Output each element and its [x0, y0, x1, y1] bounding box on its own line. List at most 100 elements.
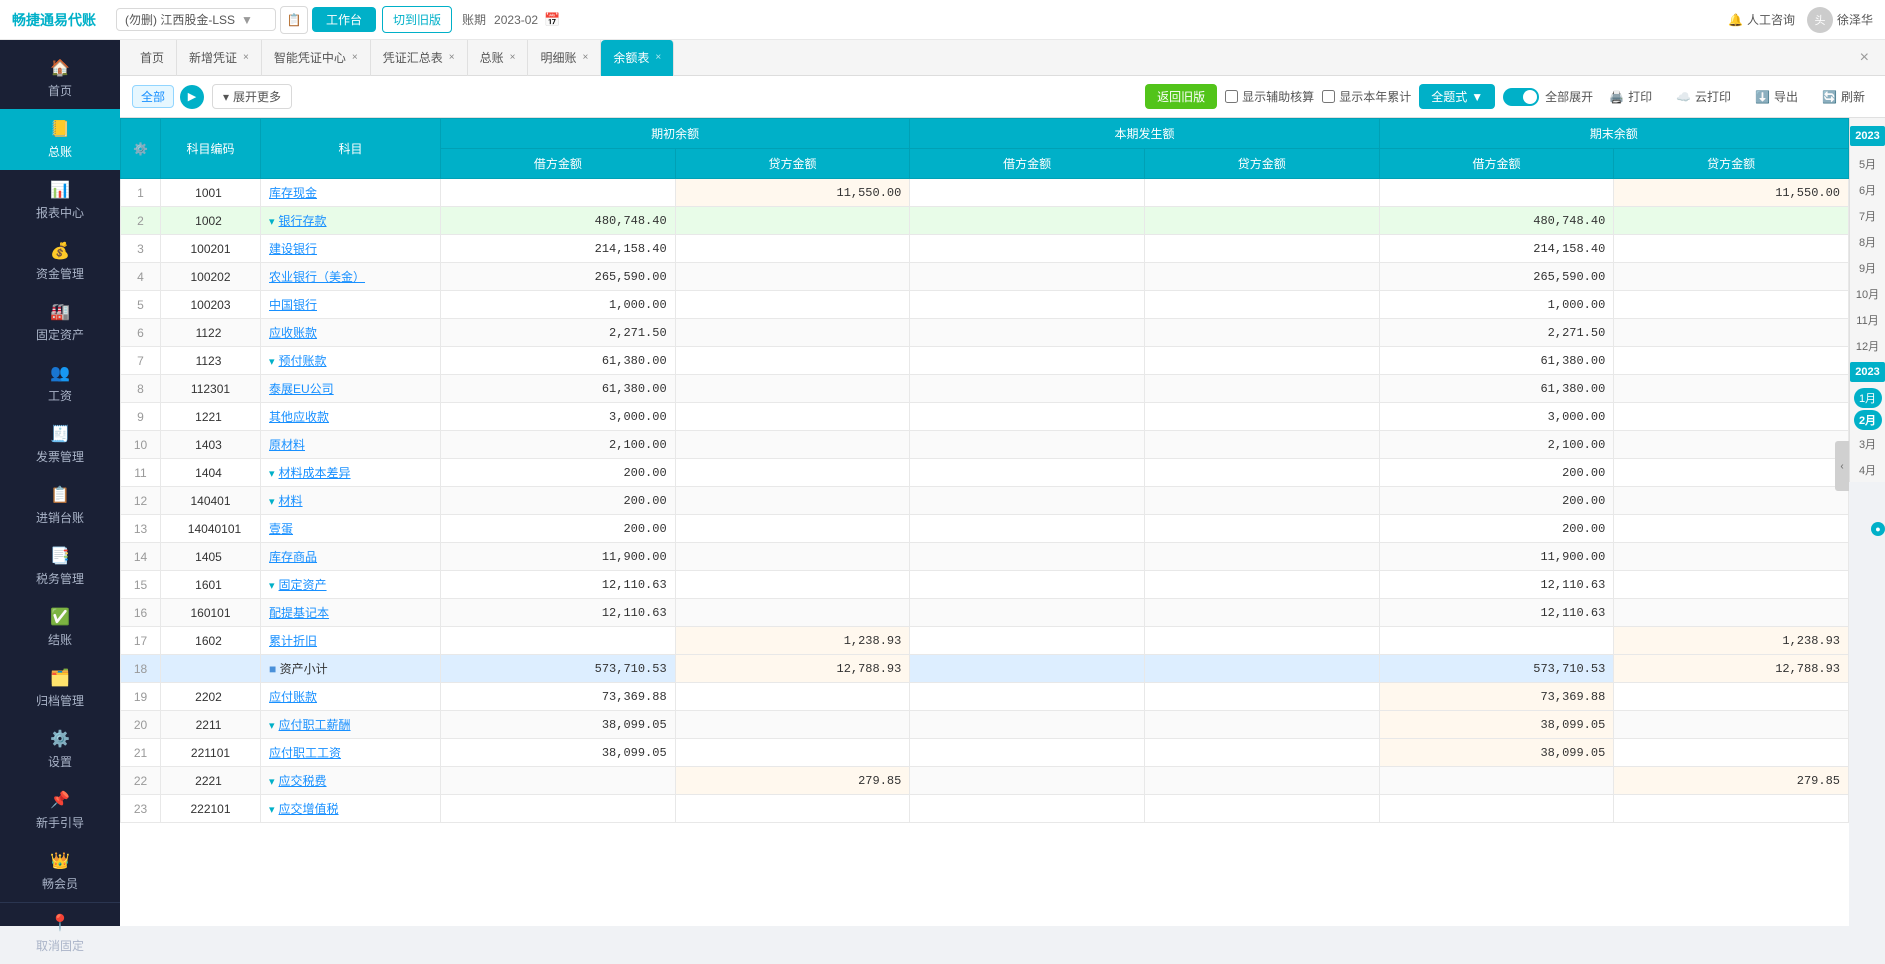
- show-assist-checkbox-label[interactable]: 显示辅助核算: [1225, 88, 1314, 105]
- show-assist-checkbox[interactable]: [1225, 90, 1238, 103]
- row-name[interactable]: 累计折旧: [261, 627, 441, 655]
- sidebar-item-ledger[interactable]: 📒 总账: [0, 109, 120, 170]
- tab-balance-sheet-close[interactable]: ×: [655, 52, 661, 63]
- sidebar-item-payroll[interactable]: 👥 工资: [0, 353, 120, 414]
- row-name[interactable]: ▾固定资产: [261, 571, 441, 599]
- expand-icon[interactable]: ▾: [269, 804, 275, 816]
- company-selector[interactable]: (勿删) 江西股金-LSS ▼: [116, 8, 276, 31]
- row-name[interactable]: 原材料: [261, 431, 441, 459]
- expand-icon[interactable]: ▾: [269, 720, 275, 732]
- expand-icon[interactable]: ▾: [269, 776, 275, 788]
- month-4[interactable]: 4月: [1850, 458, 1885, 482]
- consult-btn[interactable]: 🔔 人工咨询: [1728, 11, 1795, 28]
- row-name[interactable]: ▾银行存款: [261, 207, 441, 235]
- row-code: 140401: [161, 487, 261, 515]
- tab-smart-voucher[interactable]: 智能凭证中心 ×: [262, 40, 371, 76]
- panel-dot-indicator[interactable]: ●: [1871, 522, 1885, 536]
- cloud-print-btn[interactable]: ☁️ 云打印: [1668, 85, 1739, 108]
- tab-voucher-summary-close[interactable]: ×: [449, 52, 455, 63]
- workbench-button[interactable]: 工作台: [312, 7, 376, 32]
- print-btn[interactable]: 🖨️ 打印: [1601, 85, 1660, 108]
- show-year-cumulative-checkbox[interactable]: [1322, 90, 1335, 103]
- row-name[interactable]: ▾预付账款: [261, 347, 441, 375]
- row-name[interactable]: 应付账款: [261, 683, 441, 711]
- sidebar-item-unpin[interactable]: 📍 取消固定: [0, 902, 120, 964]
- year-label-2023-2[interactable]: 2023: [1850, 362, 1885, 382]
- sidebar-item-home[interactable]: 🏠 首页: [0, 48, 120, 109]
- row-name[interactable]: 库存商品: [261, 543, 441, 571]
- sidebar-item-member[interactable]: 👑 畅会员: [0, 841, 120, 902]
- row-name[interactable]: 泰展EU公司: [261, 375, 441, 403]
- sidebar-item-purchase[interactable]: 📋 进销台账: [0, 475, 120, 536]
- expand-icon[interactable]: ▾: [269, 468, 275, 480]
- expand-all-toggle[interactable]: 全部展开: [1503, 88, 1593, 106]
- month-12[interactable]: 12月: [1850, 334, 1885, 358]
- close-window-icon[interactable]: ×: [1852, 49, 1877, 67]
- sidebar-item-capital[interactable]: 💰 资金管理: [0, 231, 120, 292]
- full-mode-btn[interactable]: 全题式 ▼: [1419, 84, 1495, 109]
- month-11[interactable]: 11月: [1850, 308, 1885, 332]
- row-name[interactable]: 库存现金: [261, 179, 441, 207]
- month-7[interactable]: 7月: [1850, 204, 1885, 228]
- row-name[interactable]: ▾应交增值税: [261, 795, 441, 823]
- tab-smart-voucher-close[interactable]: ×: [352, 52, 358, 63]
- expand-icon[interactable]: ▾: [269, 580, 275, 592]
- expand-all-switch[interactable]: [1503, 88, 1539, 106]
- filter-arrow-btn[interactable]: ▶: [180, 85, 204, 109]
- return-old-version-btn[interactable]: 返回旧版: [1145, 84, 1217, 109]
- expand-icon[interactable]: ▾: [269, 356, 275, 368]
- filter-tag-all[interactable]: 全部: [132, 85, 174, 108]
- tab-detail-ledger[interactable]: 明细账 ×: [528, 40, 601, 76]
- sidebar-item-settle[interactable]: ✅ 结账: [0, 597, 120, 658]
- row-name[interactable]: 农业银行（美金）: [261, 263, 441, 291]
- panel-collapse-btn[interactable]: ‹: [1835, 441, 1849, 491]
- row-name[interactable]: 应付职工工资: [261, 739, 441, 767]
- tab-new-voucher-close[interactable]: ×: [243, 52, 249, 63]
- row-name[interactable]: 应收账款: [261, 319, 441, 347]
- row-name[interactable]: 其他应收款: [261, 403, 441, 431]
- row-name[interactable]: ▾应付职工薪酬: [261, 711, 441, 739]
- row-name[interactable]: ▾材料: [261, 487, 441, 515]
- month-9[interactable]: 9月: [1850, 256, 1885, 280]
- settings-col-header[interactable]: ⚙️: [121, 119, 161, 179]
- month-8[interactable]: 8月: [1850, 230, 1885, 254]
- sidebar-item-settings[interactable]: ⚙️ 设置: [0, 719, 120, 780]
- row-name[interactable]: ▾应交税费: [261, 767, 441, 795]
- tab-voucher-summary[interactable]: 凭证汇总表 ×: [371, 40, 468, 76]
- sidebar-item-archive[interactable]: 🗂️ 归档管理: [0, 658, 120, 719]
- user-area[interactable]: 头 徐泽华: [1807, 7, 1873, 33]
- row-name[interactable]: ▾材料成本差异: [261, 459, 441, 487]
- tab-new-voucher[interactable]: 新增凭证 ×: [177, 40, 262, 76]
- row-name[interactable]: 建设银行: [261, 235, 441, 263]
- tab-general-ledger[interactable]: 总账 ×: [468, 40, 529, 76]
- month-10[interactable]: 10月: [1850, 282, 1885, 306]
- sidebar-item-invoice[interactable]: 🧾 发票管理: [0, 414, 120, 475]
- row-name[interactable]: 中国银行: [261, 291, 441, 319]
- expand-more-btn[interactable]: ▾ 展开更多: [212, 84, 292, 109]
- sidebar-item-tax[interactable]: 📑 税务管理: [0, 536, 120, 597]
- expand-icon[interactable]: ▾: [269, 496, 275, 508]
- sidebar-item-fixed[interactable]: 🏭 固定资产: [0, 292, 120, 353]
- refresh-btn[interactable]: 🔄 刷新: [1814, 85, 1873, 108]
- year-label-2023[interactable]: 2023: [1850, 126, 1885, 146]
- closing-debit-value: 38,099.05: [1379, 711, 1614, 739]
- month-5[interactable]: 5月: [1850, 152, 1885, 176]
- export-btn[interactable]: ⬇️ 导出: [1747, 85, 1806, 108]
- tab-detail-ledger-close[interactable]: ×: [582, 52, 588, 63]
- sidebar-item-guide[interactable]: 📌 新手引导: [0, 780, 120, 841]
- month-6[interactable]: 6月: [1850, 178, 1885, 202]
- row-name[interactable]: 壹蛋: [261, 515, 441, 543]
- calendar-icon[interactable]: 📅: [544, 12, 560, 28]
- month-3[interactable]: 3月: [1850, 432, 1885, 456]
- tab-balance-sheet[interactable]: 余额表 ×: [601, 40, 674, 76]
- switch-version-button[interactable]: 切到旧版: [382, 6, 452, 33]
- month-1[interactable]: 1月: [1854, 388, 1882, 408]
- month-2[interactable]: 2月: [1854, 410, 1882, 430]
- tab-home[interactable]: 首页: [128, 40, 177, 76]
- row-name[interactable]: 配提基记本: [261, 599, 441, 627]
- expand-icon[interactable]: ▾: [269, 216, 275, 228]
- copy-icon[interactable]: 📋: [280, 6, 308, 34]
- sidebar-item-report[interactable]: 📊 报表中心: [0, 170, 120, 231]
- show-year-cumulative-checkbox-label[interactable]: 显示本年累计: [1322, 88, 1411, 105]
- tab-general-ledger-close[interactable]: ×: [510, 52, 516, 63]
